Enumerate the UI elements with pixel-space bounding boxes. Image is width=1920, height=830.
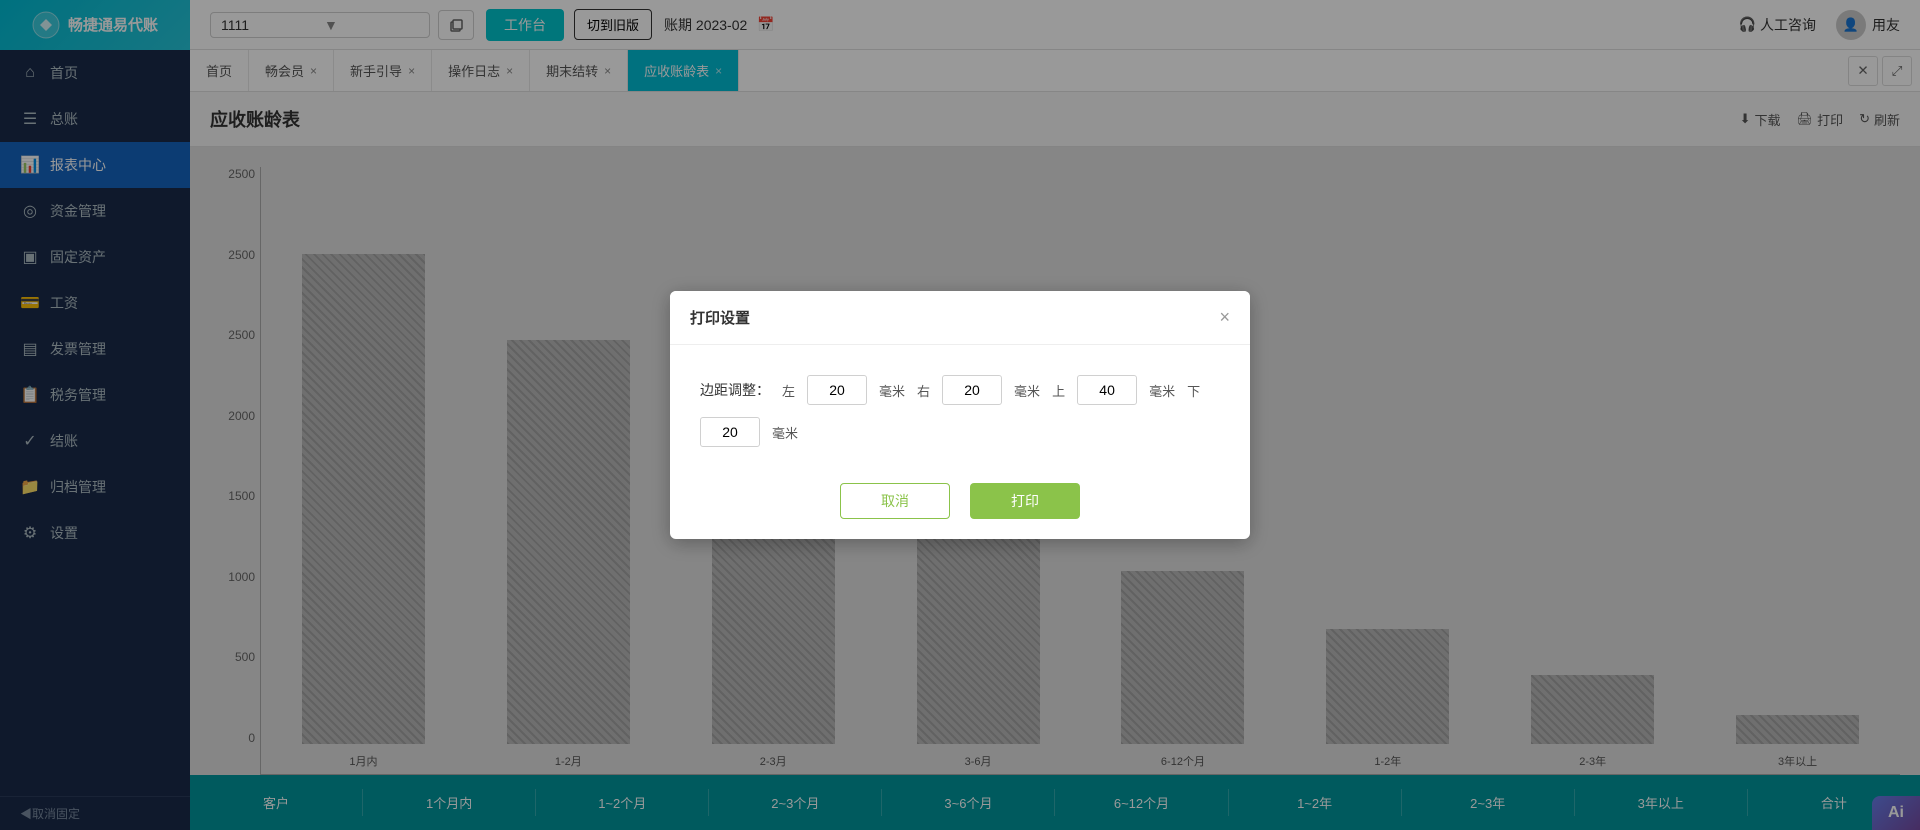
margin-label: 边距调整： (700, 380, 770, 400)
modal-overlay[interactable]: 打印设置 × 边距调整： 左 毫米 右 毫米 上 毫米 下 毫米 取消 (0, 0, 1920, 830)
left-unit: 毫米 (879, 381, 905, 400)
modal-header: 打印设置 × (670, 291, 1250, 345)
modal-title: 打印设置 (690, 307, 750, 328)
top-unit: 毫米 (1149, 381, 1175, 400)
right-unit: 毫米 (1014, 381, 1040, 400)
left-label: 左 (782, 381, 795, 400)
bottom-label: 下 (1187, 381, 1200, 400)
bottom-margin-input[interactable] (700, 417, 760, 447)
modal-footer: 取消 打印 (670, 467, 1250, 539)
bottom-unit: 毫米 (772, 423, 798, 442)
cancel-button[interactable]: 取消 (840, 483, 950, 519)
modal-close-button[interactable]: × (1219, 307, 1230, 328)
margin-row: 边距调整： 左 毫米 右 毫米 上 毫米 下 毫米 (700, 375, 1220, 447)
modal-body: 边距调整： 左 毫米 右 毫米 上 毫米 下 毫米 (670, 345, 1250, 467)
print-button[interactable]: 打印 (970, 483, 1080, 519)
right-margin-input[interactable] (942, 375, 1002, 405)
print-settings-modal: 打印设置 × 边距调整： 左 毫米 右 毫米 上 毫米 下 毫米 取消 (670, 291, 1250, 539)
top-margin-input[interactable] (1077, 375, 1137, 405)
left-margin-input[interactable] (807, 375, 867, 405)
top-label: 上 (1052, 381, 1065, 400)
right-label: 右 (917, 381, 930, 400)
